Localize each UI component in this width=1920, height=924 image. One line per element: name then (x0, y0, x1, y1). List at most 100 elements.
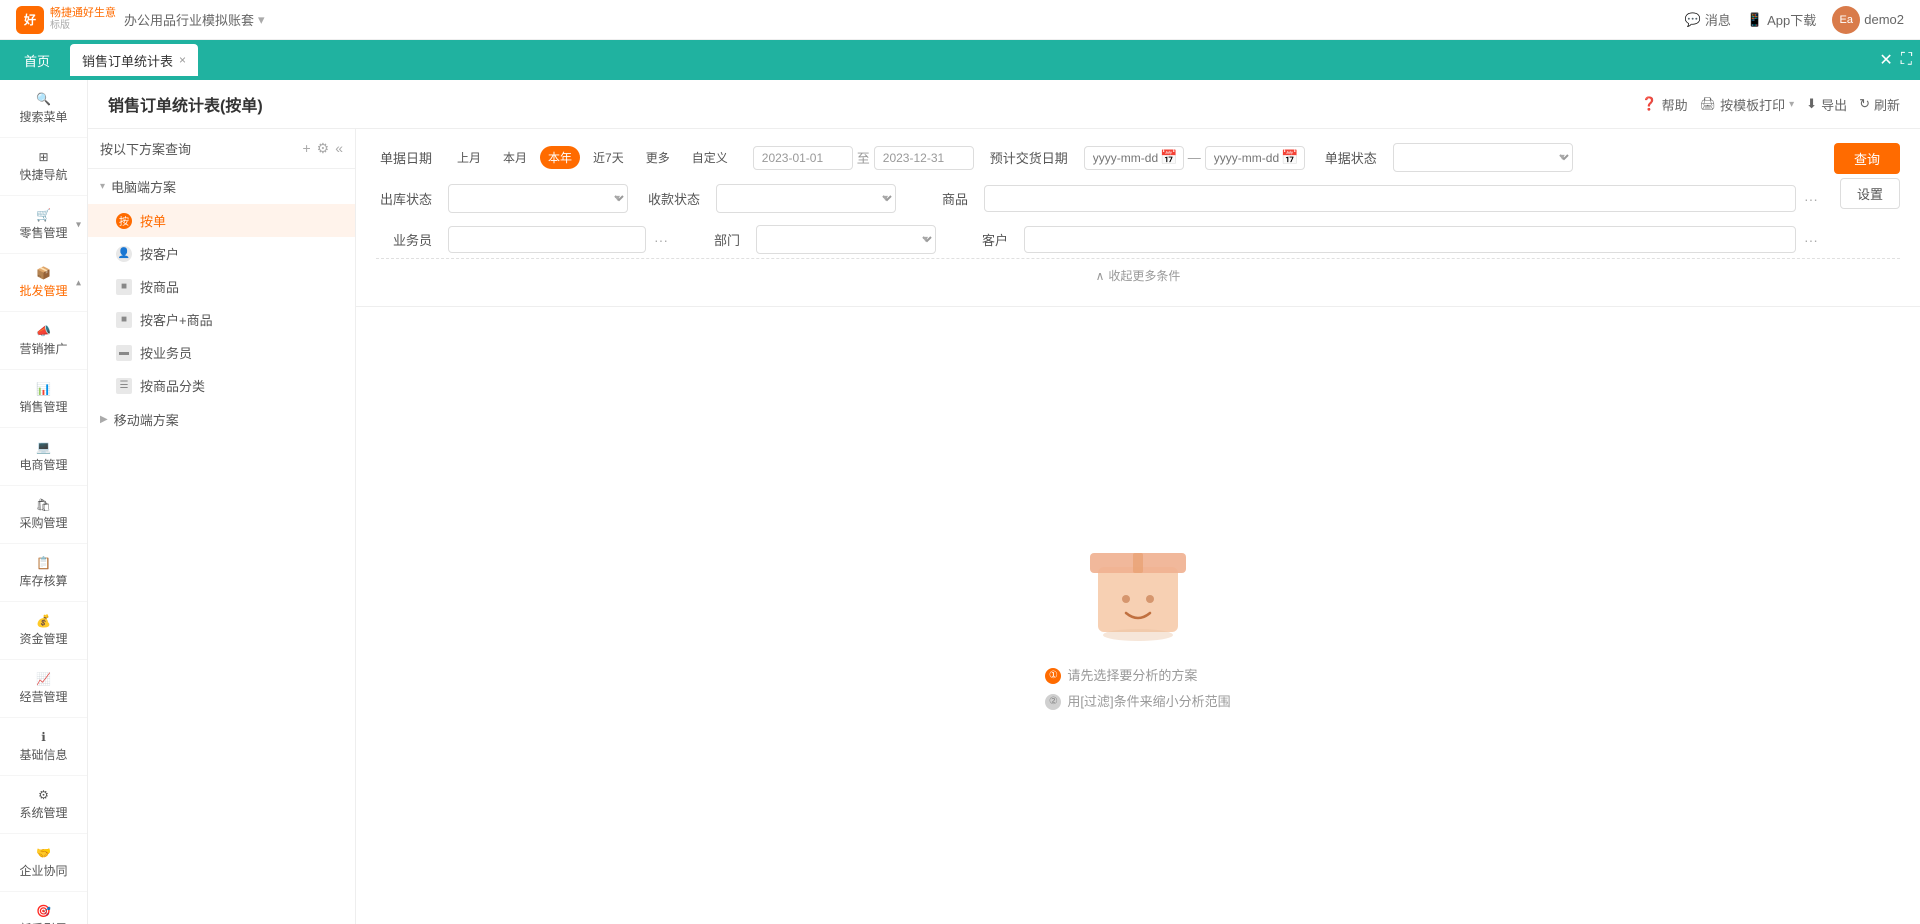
filter-row-3: 业务员 ··· 部门 (376, 225, 1822, 254)
add-scheme-icon[interactable]: + (302, 140, 310, 157)
sidebar-item-enterprise-collab[interactable]: 🤝 企业协同 (0, 834, 87, 892)
top-bar: 好 畅捷通好生意 标版 办公用品行业模拟账套 ▾ 💬 消息 📱 App下载 Ea… (0, 0, 1920, 40)
refresh-icon: ↻ (1859, 96, 1870, 112)
sidebar-item-shortcuts[interactable]: ⊞ 快捷导航 (0, 138, 87, 196)
goods-dots-btn[interactable]: ··· (1800, 191, 1822, 207)
tab-home[interactable]: 首页 (8, 40, 66, 80)
tab-close-icon[interactable]: × (179, 53, 186, 67)
shortcut-last-month[interactable]: 上月 (448, 145, 490, 170)
scheme-item-by-goods[interactable]: ■ 按商品 (88, 270, 355, 303)
sidebar-item-basic-info[interactable]: ℹ 基础信息 (0, 718, 87, 776)
message-btn[interactable]: 💬 消息 (1685, 10, 1731, 29)
goods-input[interactable] (984, 185, 1796, 212)
left-panel-header: 按以下方案查询 + ⚙ « (88, 129, 355, 169)
shortcut-this-month[interactable]: 本月 (494, 145, 536, 170)
salesperson-input[interactable] (448, 226, 646, 253)
scheme-item-by-category[interactable]: ☰ 按商品分类 (88, 369, 355, 402)
payment-status-label: 收款状态 (644, 189, 700, 208)
logo-icon: 好 (16, 6, 44, 34)
sidebar-item-wholesale[interactable]: 📦 批发管理 ▴ (0, 254, 87, 312)
payment-status-select[interactable] (716, 184, 896, 213)
scheme-item-by-salesperson[interactable]: ▬ 按业务员 (88, 336, 355, 369)
close-window-icon[interactable]: ✕ (1879, 50, 1892, 70)
by-goods-icon: ■ (116, 279, 132, 295)
settings-button[interactable]: 设置 (1840, 178, 1900, 209)
scheme-item-by-order[interactable]: 按 按单 (88, 204, 355, 237)
filter-row-1: 单据日期 上月 本月 本年 近7天 更多 自定义 (376, 143, 1822, 172)
date-start-input[interactable] (753, 146, 853, 170)
scheme-item-by-customer[interactable]: 👤 按客户 (88, 237, 355, 270)
content-area: 销售订单统计表(按单) ❓ 帮助 🖨 按模板打印 ▾ ⬇ 导出 ↻ 刷新 (88, 80, 1920, 924)
shortcut-more[interactable]: 更多 (637, 145, 679, 170)
empty-tips: ① 请先选择要分析的方案 ② 用[过滤]条件来缩小分析范围 (1045, 663, 1230, 715)
sidebar-item-ecommerce[interactable]: 💻 电商管理 (0, 428, 87, 486)
page-title: 销售订单统计表(按单) (108, 92, 263, 128)
sidebar-item-purchase[interactable]: 🛍 采购管理 (0, 486, 87, 544)
tab-bar: 首页 销售订单统计表 × ✕ ⛶ (0, 40, 1920, 80)
user-avatar-area[interactable]: Ea demo2 (1832, 6, 1904, 34)
wholesale-expand-icon: ▴ (76, 277, 81, 288)
order-status-label: 单据状态 (1321, 148, 1377, 167)
main-layout: 🔍 搜索菜单 ⊞ 快捷导航 🛒 零售管理 ▾ 📦 批发管理 ▴ 📣 营销推广 📊… (0, 80, 1920, 924)
sidebar-item-system[interactable]: ⚙ 系统管理 (0, 776, 87, 834)
sidebar-item-marketing[interactable]: 📣 营销推广 (0, 312, 87, 370)
collapse-btn[interactable]: ∧ 收起更多条件 (1096, 267, 1181, 284)
order-status-select[interactable] (1393, 143, 1573, 172)
left-panel-icons: + ⚙ « (302, 140, 343, 157)
ship-status-select[interactable] (448, 184, 628, 213)
help-btn[interactable]: ❓ 帮助 (1641, 95, 1687, 114)
sidebar-item-inventory[interactable]: 📋 库存核算 (0, 544, 87, 602)
top-title-dropdown-icon[interactable]: ▾ (258, 12, 265, 28)
tab-statistics[interactable]: 销售订单统计表 × (70, 44, 198, 76)
avatar: Ea (1832, 6, 1860, 34)
sidebar-item-search[interactable]: 🔍 搜索菜单 (0, 80, 87, 138)
operations-icon: 📈 (8, 672, 79, 686)
print-icon: 🖨 (1700, 96, 1717, 112)
refresh-btn[interactable]: ↻ 刷新 (1859, 95, 1900, 114)
by-category-icon: ☰ (116, 378, 132, 394)
calendar-end-icon[interactable]: 📅 (1281, 149, 1298, 166)
department-select-wrapper (756, 225, 936, 254)
order-status-select-wrapper (1393, 143, 1573, 172)
logo-text: 畅捷通好生意 标版 (50, 7, 116, 32)
page-header: 销售订单统计表(按单) ❓ 帮助 🖨 按模板打印 ▾ ⬇ 导出 ↻ 刷新 (88, 80, 1920, 129)
salesperson-dots-btn[interactable]: ··· (650, 232, 672, 248)
salesperson-label: 业务员 (376, 230, 432, 249)
sidebar-item-newbie[interactable]: 🎯 新手引导 (0, 892, 87, 924)
sidebar-item-finance[interactable]: 💰 资金管理 (0, 602, 87, 660)
date-range: 至 (753, 146, 974, 170)
app-download-btn[interactable]: 📱 App下载 (1747, 10, 1816, 29)
query-button[interactable]: 查询 (1834, 143, 1900, 174)
template-print-btn[interactable]: 🖨 按模板打印 ▾ (1700, 95, 1795, 114)
shortcut-this-year[interactable]: 本年 (540, 146, 580, 169)
scheme-group-mobile-title[interactable]: ▶ 移动端方案 (88, 402, 355, 437)
scheme-item-by-customer-goods[interactable]: ■ 按客户+商品 (88, 303, 355, 336)
inventory-icon: 📋 (8, 556, 79, 570)
scheme-group-pc-title[interactable]: ▾ 电脑端方案 (88, 169, 355, 204)
collapse-panel-icon[interactable]: « (335, 140, 343, 157)
filter-row-2: 出库状态 收款状态 (376, 184, 1822, 213)
scheme-group-pc: ▾ 电脑端方案 按 按单 👤 按客户 ■ 按商品 (88, 169, 355, 402)
sidebar-item-sales[interactable]: 📊 销售管理 (0, 370, 87, 428)
department-label: 部门 (684, 230, 740, 249)
department-select[interactable] (756, 225, 936, 254)
settings-scheme-icon[interactable]: ⚙ (317, 140, 330, 157)
empty-illustration (1068, 517, 1208, 647)
ship-status-select-wrapper (448, 184, 628, 213)
purchase-icon: 🛍 (8, 498, 79, 512)
sidebar-item-retail[interactable]: 🛒 零售管理 ▾ (0, 196, 87, 254)
empty-tip-1: ① 请先选择要分析的方案 (1045, 663, 1230, 689)
customer-dots-btn[interactable]: ··· (1800, 232, 1822, 248)
shortcut-7days[interactable]: 近7天 (584, 145, 633, 170)
shortcut-custom[interactable]: 自定义 (683, 145, 737, 170)
sidebar-item-operations[interactable]: 📈 经营管理 (0, 660, 87, 718)
by-salesperson-icon: ▬ (116, 345, 132, 361)
calendar-start-icon[interactable]: 📅 (1160, 149, 1177, 166)
print-dropdown-icon: ▾ (1789, 99, 1794, 110)
export-btn[interactable]: ⬇ 导出 (1806, 95, 1847, 114)
date-end-input[interactable] (874, 146, 974, 170)
expected-delivery-range: 📅 — 📅 (1084, 146, 1305, 170)
shortcuts-icon: ⊞ (8, 150, 79, 164)
maximize-window-icon[interactable]: ⛶ (1901, 51, 1912, 69)
customer-input[interactable] (1024, 226, 1796, 253)
